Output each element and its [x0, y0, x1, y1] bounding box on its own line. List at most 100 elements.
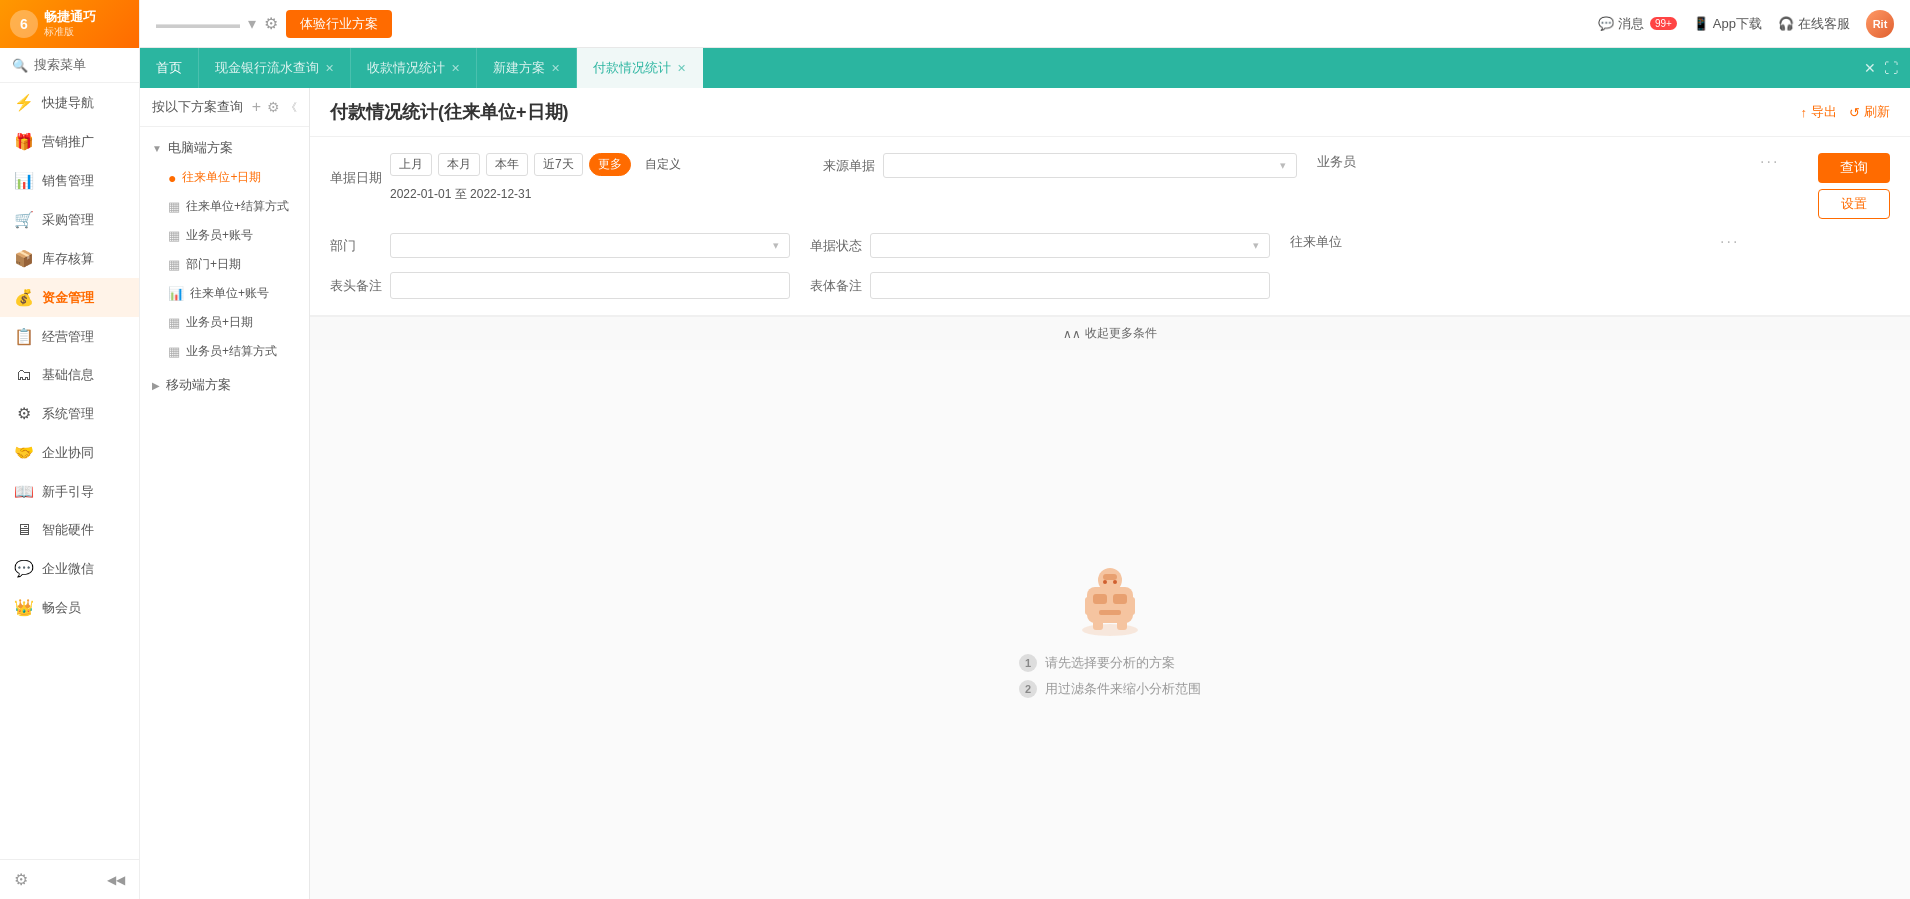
filter-bodynote-wrapper: 表体备注 — [810, 272, 1270, 299]
scheme-mobile-group[interactable]: ▶ 移动端方案 — [140, 370, 309, 400]
shortcut-icon: ⚡ — [14, 93, 34, 112]
scheme-collapse-icon[interactable]: 《 — [286, 100, 297, 115]
source-select[interactable]: ▾ — [883, 153, 1296, 178]
sidebar-item-label: 销售管理 — [42, 172, 94, 190]
message-icon: 💬 — [1598, 16, 1614, 31]
sidebar-item-marketing[interactable]: 🎁 营销推广 — [0, 122, 139, 161]
collapse-sidebar-icon[interactable]: ◀◀ — [107, 873, 125, 887]
date-shortcut-group: 上月 本月 本年 近7天 更多 自定义 2022-01-01 至 2022-12… — [390, 153, 803, 203]
sidebar-item-wechat[interactable]: 💬 企业微信 — [0, 549, 139, 588]
message-action[interactable]: 💬 消息 99+ — [1598, 15, 1677, 33]
message-badge: 99+ — [1650, 17, 1677, 30]
scheme-add-icon[interactable]: + — [252, 98, 261, 116]
date-this-year[interactable]: 本年 — [486, 153, 528, 176]
user-avatar[interactable]: Rit — [1866, 10, 1894, 38]
dept-chevron-icon: ▾ — [773, 239, 779, 252]
sidebar-item-basic[interactable]: 🗂 基础信息 — [0, 356, 139, 394]
scheme-item-label: 业务员+结算方式 — [186, 343, 277, 360]
docstatus-select[interactable]: ▾ — [870, 233, 1270, 258]
salesperson-dots-icon[interactable]: ··· — [1760, 153, 1790, 171]
sidebar-item-guide[interactable]: 📖 新手引导 — [0, 472, 139, 511]
bodynote-input[interactable] — [870, 272, 1270, 299]
filter-actions: 查询 设置 — [1818, 153, 1890, 219]
date-custom[interactable]: 自定义 — [637, 154, 689, 175]
sidebar-item-purchase[interactable]: 🛒 采购管理 — [0, 200, 139, 239]
date-last-month[interactable]: 上月 — [390, 153, 432, 176]
scheme-header-actions: + ⚙ 《 — [252, 98, 297, 116]
scheme-header-label: 按以下方案查询 — [152, 98, 243, 116]
refresh-button[interactable]: ↺ 刷新 — [1849, 103, 1890, 121]
sidebar-item-inventory[interactable]: 📦 库存核算 — [0, 239, 139, 278]
tab-home[interactable]: 首页 — [140, 48, 199, 88]
scheme-item-partner-settle[interactable]: ▦ 往来单位+结算方式 — [140, 192, 309, 221]
partner-dots-icon[interactable]: ··· — [1720, 233, 1750, 251]
tab-cashflow-close[interactable]: ✕ — [325, 62, 334, 75]
tab-payment[interactable]: 付款情况统计 ✕ — [577, 48, 703, 88]
export-button[interactable]: ↑ 导出 — [1801, 103, 1838, 121]
logo-name: 畅捷通巧 — [44, 9, 96, 25]
scheme-mobile-label: 移动端方案 — [166, 376, 231, 394]
tab-newplan[interactable]: 新建方案 ✕ — [477, 48, 577, 88]
sidebar-item-enterprise[interactable]: 🤝 企业协同 — [0, 433, 139, 472]
sidebar-item-hardware[interactable]: 🖥 智能硬件 — [0, 511, 139, 549]
svg-rect-4 — [1099, 610, 1121, 615]
sidebar-item-label: 采购管理 — [42, 211, 94, 229]
scheme-item-salesperson-date[interactable]: ▦ 业务员+日期 — [140, 308, 309, 337]
sidebar-item-system[interactable]: ⚙ 系统管理 — [0, 394, 139, 433]
sales-icon: 📊 — [14, 171, 34, 190]
tab-close-all-icon[interactable]: ✕ — [1864, 60, 1876, 76]
headnote-input[interactable] — [390, 272, 790, 299]
svg-point-0 — [1082, 624, 1138, 636]
settings-button[interactable]: 设置 — [1818, 189, 1890, 219]
sidebar-item-fund[interactable]: 💰 资金管理 — [0, 278, 139, 317]
date-range-display: 2022-01-01 至 2022-12-31 — [390, 186, 803, 203]
tab-newplan-label: 新建方案 — [493, 59, 545, 77]
scheme-item-dept-date[interactable]: ▦ 部门+日期 — [140, 250, 309, 279]
tab-cashflow-label: 现金银行流水查询 — [215, 59, 319, 77]
scheme-desktop-group[interactable]: ▼ 电脑端方案 — [140, 133, 309, 163]
search-label: 搜索菜单 — [34, 56, 86, 74]
topbar-gear-icon[interactable]: ⚙ — [264, 14, 278, 33]
partner-select[interactable] — [1350, 237, 1712, 247]
page-actions: ↑ 导出 ↺ 刷新 — [1801, 103, 1891, 121]
scheme-item-label: 业务员+账号 — [186, 227, 253, 244]
filter-headnote-wrapper: 表头备注 — [330, 272, 790, 299]
salesperson-select[interactable] — [1377, 157, 1752, 167]
tab-receipt[interactable]: 收款情况统计 ✕ — [351, 48, 477, 88]
date-7days[interactable]: 近7天 — [534, 153, 583, 176]
app-download-action[interactable]: 📱 App下载 — [1693, 15, 1762, 33]
service-action[interactable]: 🎧 在线客服 — [1778, 15, 1850, 33]
empty-tips: 1 请先选择要分析的方案 2 用过滤条件来缩小分析范围 — [1019, 654, 1201, 698]
tab-receipt-close[interactable]: ✕ — [451, 62, 460, 75]
sidebar-item-label: 库存核算 — [42, 250, 94, 268]
svg-rect-9 — [1085, 597, 1091, 615]
collapse-bar[interactable]: ∧∧ 收起更多条件 — [310, 316, 1910, 350]
sidebar-item-sales[interactable]: 📊 销售管理 — [0, 161, 139, 200]
scheme-item-salesperson-account[interactable]: ▦ 业务员+账号 — [140, 221, 309, 250]
dept-select[interactable]: ▾ — [390, 233, 790, 258]
scheme-item-label: 业务员+日期 — [186, 314, 253, 331]
tab-newplan-close[interactable]: ✕ — [551, 62, 560, 75]
topbar: ▬▬▬▬▬▬▬ ▾ ⚙ 体验行业方案 💬 消息 99+ 📱 App下载 🎧 在线… — [140, 0, 1910, 48]
tab-cashflow[interactable]: 现金银行流水查询 ✕ — [199, 48, 351, 88]
query-button[interactable]: 查询 — [1818, 153, 1890, 183]
date-more[interactable]: 更多 — [589, 153, 631, 176]
settings-bottom-icon[interactable]: ⚙ — [14, 870, 28, 889]
bodynote-label: 表体备注 — [810, 277, 862, 295]
sidebar-item-shortcut[interactable]: ⚡ 快捷导航 — [0, 83, 139, 122]
sidebar-item-member[interactable]: 👑 畅会员 — [0, 588, 139, 627]
dropdown-arrow-icon[interactable]: ▾ — [248, 14, 256, 33]
date-this-month[interactable]: 本月 — [438, 153, 480, 176]
sidebar-item-operation[interactable]: 📋 经营管理 — [0, 317, 139, 356]
scheme-settings-icon[interactable]: ⚙ — [267, 99, 280, 115]
scheme-item-label: 部门+日期 — [186, 256, 241, 273]
sidebar-logo: 6 畅捷通巧 标准版 — [0, 0, 139, 48]
scheme-item-partner-date[interactable]: ● 往来单位+日期 — [140, 163, 309, 192]
tab-payment-close[interactable]: ✕ — [677, 62, 686, 75]
tab-maximize-icon[interactable]: ⛶ — [1884, 60, 1898, 76]
app-icon: 📱 — [1693, 16, 1709, 31]
trial-button[interactable]: 体验行业方案 — [286, 10, 392, 38]
scheme-item-salesperson-settle[interactable]: ▦ 业务员+结算方式 — [140, 337, 309, 366]
scheme-item-partner-account[interactable]: 📊 往来单位+账号 — [140, 279, 309, 308]
search-menu[interactable]: 🔍 搜索菜单 — [0, 48, 139, 83]
